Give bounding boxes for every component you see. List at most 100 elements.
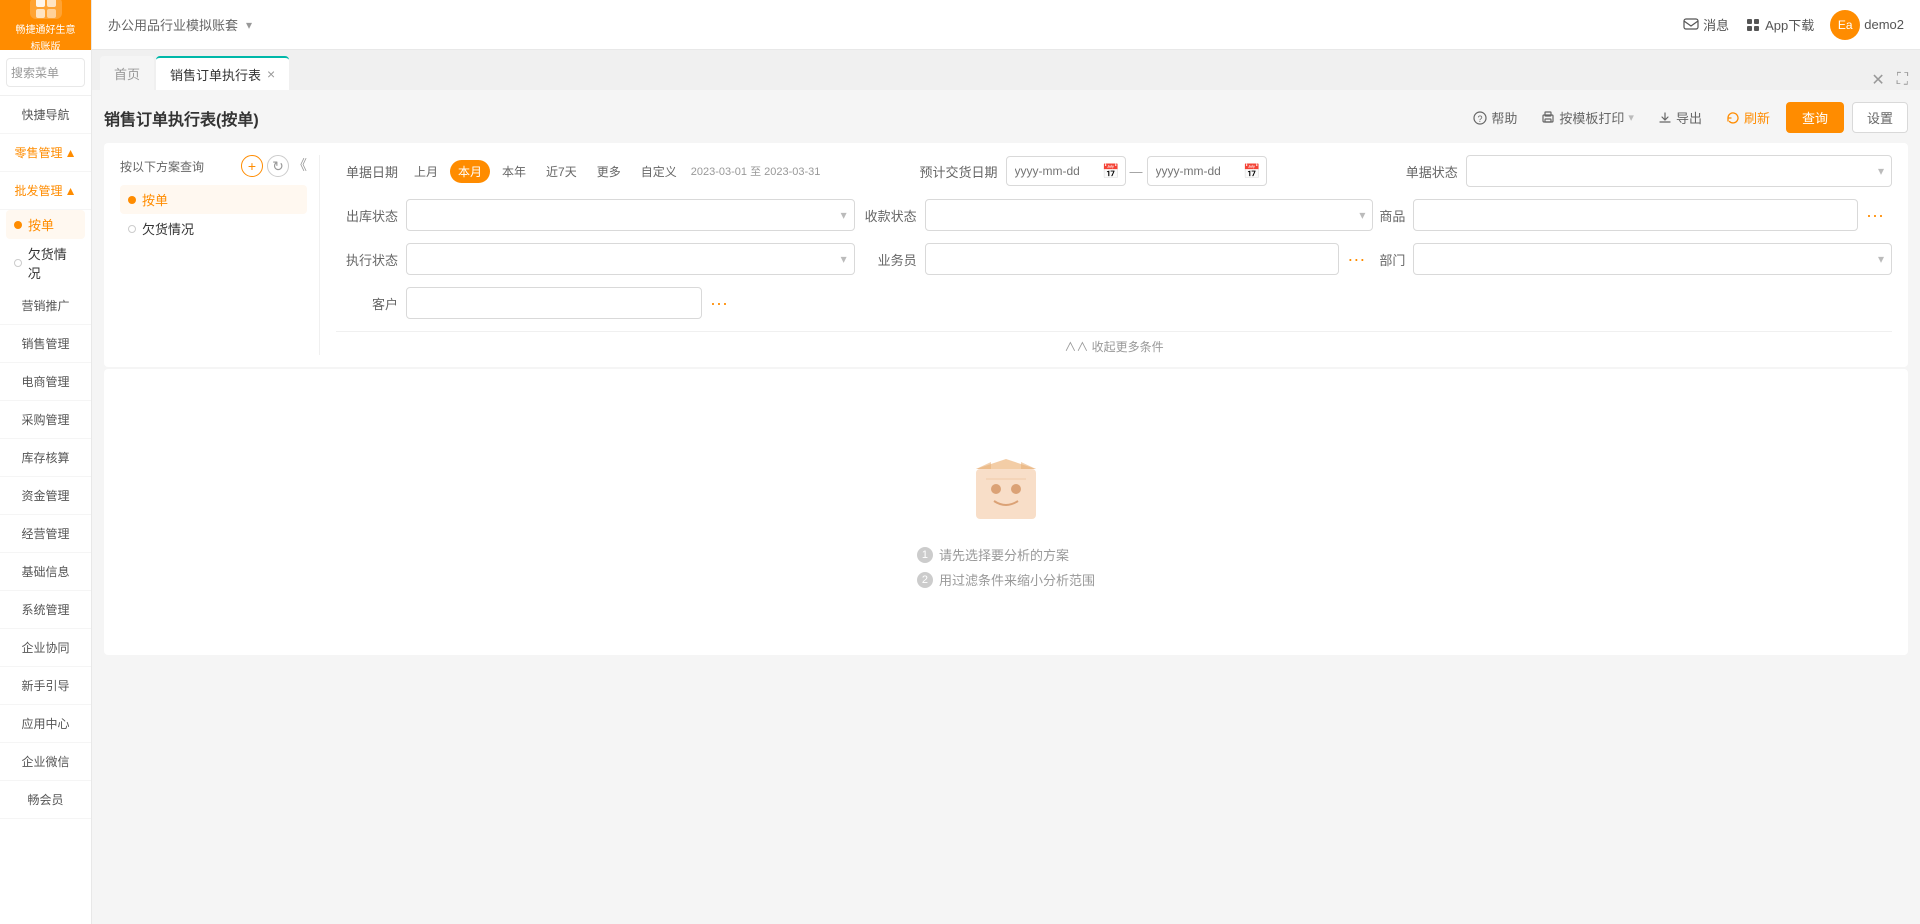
- tab-home[interactable]: 首页: [100, 56, 154, 90]
- date-tab-thisyear[interactable]: 本年: [494, 160, 534, 183]
- sidebar-item-retail-arrow: ▲: [65, 146, 77, 160]
- sidebar-search-section: 搜索菜单: [0, 50, 91, 96]
- topbar-app-download-btn[interactable]: App下载: [1745, 15, 1814, 34]
- goods-more-icon[interactable]: ···: [1858, 205, 1892, 226]
- print-btn[interactable]: 按模板打印 ▾: [1533, 104, 1642, 131]
- print-dropdown-icon[interactable]: ▾: [1628, 111, 1634, 124]
- customer-input[interactable]: [406, 287, 702, 319]
- expected-date-start-wrap: 📅: [1006, 156, 1126, 186]
- customer-control: [406, 287, 702, 319]
- sidebar-item-operations[interactable]: 经营管理: [0, 515, 91, 553]
- date-tab-more[interactable]: 更多: [589, 160, 629, 183]
- scheme-item-debt[interactable]: 欠货情况: [120, 214, 307, 243]
- filter-date-item: 单据日期 上月 本月 本年 近7天 更多 自定义 2023-03-01 至 20…: [336, 160, 920, 183]
- expected-date-end-calendar-icon: 📅: [1243, 163, 1260, 180]
- app-download-icon: [1745, 17, 1761, 33]
- scheme-item-order[interactable]: 按单: [120, 185, 307, 214]
- logo-icon: [30, 0, 62, 19]
- sidebar-item-marketing[interactable]: 营销推广: [0, 287, 91, 325]
- topbar-dropdown-arrow[interactable]: ▾: [246, 18, 252, 32]
- empty-illustration: [956, 429, 1056, 529]
- expected-date-end-wrap: 📅: [1147, 156, 1267, 186]
- sidebar-item-sales[interactable]: 销售管理: [0, 325, 91, 363]
- salesperson-input[interactable]: [925, 243, 1340, 275]
- help-label: 帮助: [1491, 108, 1517, 127]
- sidebar-item-quick[interactable]: 快捷导航: [0, 96, 91, 134]
- tab-maximize-icon[interactable]: ⛶: [1893, 71, 1912, 89]
- sidebar-item-basic[interactable]: 基础信息: [0, 553, 91, 591]
- query-btn[interactable]: 查询: [1786, 102, 1844, 133]
- exec-status-label: 执行状态: [336, 250, 406, 269]
- filter-panel: 按以下方案查询 + ↻ 《 按单 欠货情况: [104, 143, 1908, 367]
- sidebar-item-retail[interactable]: 零售管理 ▲: [0, 134, 91, 172]
- sidebar-item-wholesale[interactable]: 批发管理 ▲: [0, 172, 91, 210]
- expected-date-label: 预计交货日期: [920, 162, 1006, 181]
- sidebar-sub-order[interactable]: 按单: [6, 210, 85, 239]
- main-area: 办公用品行业模拟账套 ▾ 消息 App下载: [92, 0, 1920, 924]
- sidebar-item-purchase[interactable]: 采购管理: [0, 401, 91, 439]
- app-logo[interactable]: 畅捷通好生意 标账版: [0, 0, 91, 50]
- date-tab-lastmonth[interactable]: 上月: [406, 160, 446, 183]
- sidebar-item-ecommerce[interactable]: 电商管理: [0, 363, 91, 401]
- date-range-display: 2023-03-01 至 2023-03-31: [691, 163, 821, 179]
- goods-input[interactable]: [1413, 199, 1858, 231]
- tab-close-icon[interactable]: ×: [267, 67, 275, 81]
- goods-control: [1413, 199, 1858, 231]
- refresh-label: 刷新: [1744, 108, 1770, 127]
- refresh-btn[interactable]: 刷新: [1718, 104, 1778, 131]
- topbar-left: 办公用品行业模拟账套 ▾: [108, 15, 252, 34]
- order-status-select[interactable]: [1466, 155, 1892, 187]
- payment-status-select[interactable]: [925, 199, 1374, 231]
- salesperson-control: [925, 243, 1340, 275]
- sub-debt-dot: [14, 259, 22, 267]
- filter-row-2: 出库状态 ▾ 收款状态: [336, 199, 1892, 231]
- date-tab-7days[interactable]: 近7天: [538, 160, 585, 183]
- department-label: 部门: [1373, 250, 1413, 269]
- topbar-message-btn[interactable]: 消息: [1683, 15, 1729, 34]
- sidebar-item-system[interactable]: 系统管理: [0, 591, 91, 629]
- help-btn[interactable]: ? 帮助: [1465, 104, 1525, 131]
- sidebar-search-button[interactable]: 搜索菜单: [6, 58, 85, 87]
- scheme-label-order: 按单: [142, 190, 168, 209]
- print-icon: [1541, 111, 1555, 125]
- customer-more-icon[interactable]: ···: [702, 293, 736, 314]
- collapse-more-btn[interactable]: ∧∧ 收起更多条件: [1056, 332, 1171, 362]
- tab-sales-exec[interactable]: 销售订单执行表 ×: [156, 56, 289, 90]
- sidebar-item-newbie[interactable]: 新手引导: [0, 667, 91, 705]
- filter-department-item: 部门 ▾: [1373, 243, 1892, 275]
- filter-row-3: 执行状态 ▾ 业务员 ···: [336, 243, 1892, 275]
- topbar-user[interactable]: Ea demo2: [1830, 10, 1904, 40]
- avatar: Ea: [1830, 10, 1860, 40]
- tab-home-label: 首页: [114, 64, 140, 83]
- sidebar-item-wholesale-arrow: ▲: [65, 184, 77, 198]
- date-tab-thismonth[interactable]: 本月: [450, 160, 490, 183]
- sidebar-item-member[interactable]: 畅会员: [0, 781, 91, 819]
- sidebar-item-inventory[interactable]: 库存核算: [0, 439, 91, 477]
- sidebar-sub-debt[interactable]: 欠货情况: [6, 239, 85, 287]
- collapse-more-label: 收起更多条件: [1092, 340, 1164, 354]
- collapse-scheme-icon[interactable]: 《: [293, 155, 307, 177]
- sub-order-dot: [14, 221, 22, 229]
- logo-text: 畅捷通好生意: [16, 21, 76, 36]
- department-select[interactable]: [1413, 243, 1892, 275]
- salesperson-label: 业务员: [855, 250, 925, 269]
- salesperson-more-icon[interactable]: ···: [1339, 249, 1373, 270]
- tip-text-1: 请先选择要分析的方案: [939, 545, 1069, 564]
- sidebar-item-wechat[interactable]: 企业微信: [0, 743, 91, 781]
- settings-btn[interactable]: 设置: [1852, 102, 1908, 133]
- exec-status-select[interactable]: [406, 243, 855, 275]
- export-btn[interactable]: 导出: [1650, 104, 1710, 131]
- tip-text-2: 用过滤条件来缩小分析范围: [939, 570, 1095, 589]
- sidebar-item-enterprise[interactable]: 企业协同: [0, 629, 91, 667]
- date-tab-custom[interactable]: 自定义: [633, 160, 685, 183]
- refresh-scheme-icon[interactable]: ↻: [267, 155, 289, 177]
- sidebar-item-apps[interactable]: 应用中心: [0, 705, 91, 743]
- tab-close-window-icon[interactable]: ✕: [1867, 70, 1888, 90]
- delivery-status-select[interactable]: [406, 199, 855, 231]
- filter-fields: 单据日期 上月 本月 本年 近7天 更多 自定义 2023-03-01 至 20…: [320, 155, 1892, 355]
- empty-svg: [956, 429, 1056, 529]
- topbar: 办公用品行业模拟账套 ▾ 消息 App下载: [92, 0, 1920, 50]
- filter-order-status-item: 单据状态 ▾: [1406, 155, 1892, 187]
- sidebar-item-finance[interactable]: 资金管理: [0, 477, 91, 515]
- add-scheme-icon[interactable]: +: [241, 155, 263, 177]
